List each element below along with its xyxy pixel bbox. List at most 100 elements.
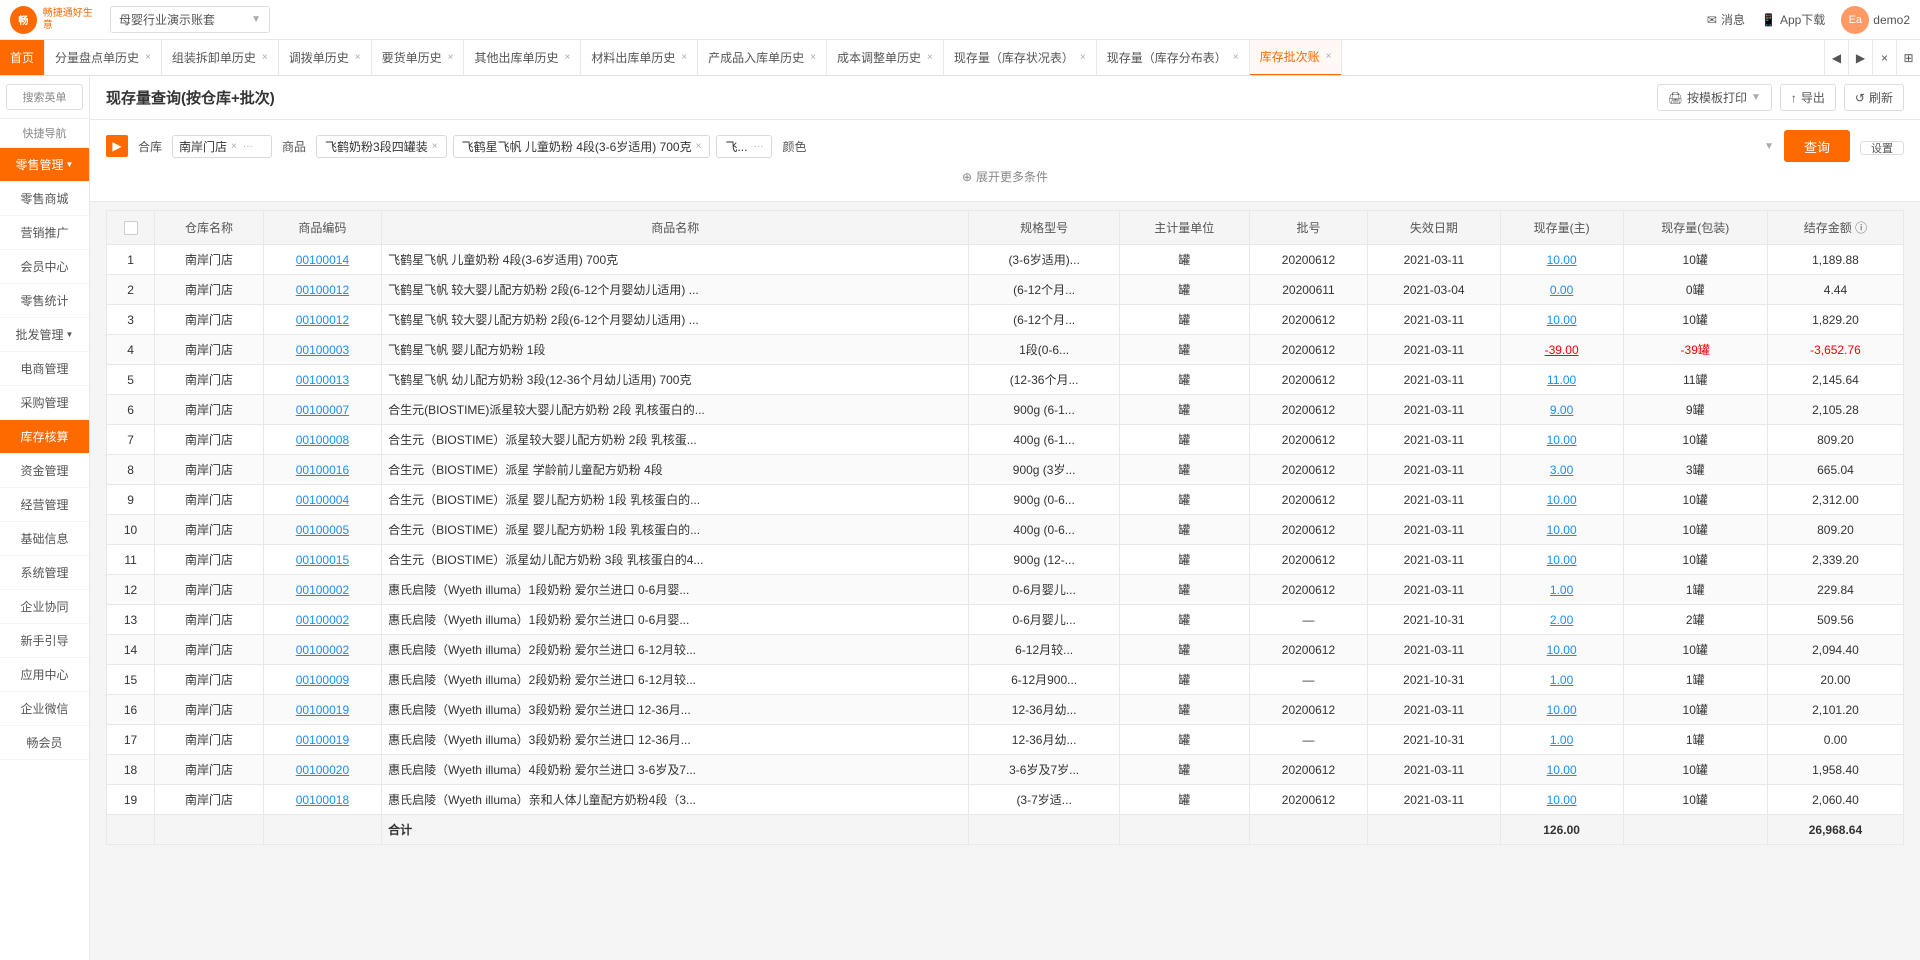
tab-qi-ta-chu[interactable]: 其他出库单历史 × <box>464 40 581 76</box>
tab-expand[interactable]: ⊞ <box>1896 40 1920 76</box>
tab-yao-huo[interactable]: 要货单历史 × <box>372 40 465 76</box>
product-tag1-close-icon[interactable]: × <box>432 141 438 152</box>
sidebar-item-wholesale[interactable]: 批发管理 ▼ <box>0 318 89 352</box>
tab-close-icon[interactable]: × <box>1080 52 1086 63</box>
qty-link[interactable]: 10.00 <box>1547 523 1577 537</box>
qty-link[interactable]: 10.00 <box>1547 433 1577 447</box>
sidebar-item-ecommerce[interactable]: 电商管理 <box>0 352 89 386</box>
sidebar-item-finance[interactable]: 资金管理 <box>0 454 89 488</box>
product-code-link[interactable]: 00100020 <box>296 763 349 777</box>
qty-link[interactable]: 1.00 <box>1550 733 1573 747</box>
tab-zu-chai[interactable]: 组装拆卸单历史 × <box>162 40 279 76</box>
product-code-link[interactable]: 00100018 <box>296 793 349 807</box>
message-btn[interactable]: ✉ 消息 <box>1707 11 1745 28</box>
qty-link[interactable]: 1.00 <box>1550 583 1573 597</box>
product-code-link[interactable]: 00100009 <box>296 673 349 687</box>
qty-link[interactable]: 3.00 <box>1550 463 1573 477</box>
color-filter-dropdown[interactable]: ▼ <box>1764 141 1774 152</box>
tab-xian-cun-ku[interactable]: 现存量（库存状况表） × <box>944 40 1097 76</box>
qty-link[interactable]: 11.00 <box>1547 373 1576 387</box>
qty-link[interactable]: 9.00 <box>1550 403 1573 417</box>
product-code-link[interactable]: 00100019 <box>296 703 349 717</box>
tab-home[interactable]: 首页 <box>0 40 45 76</box>
tab-cheng-ben[interactable]: 成本调整单历史 × <box>827 40 944 76</box>
qty-link[interactable]: 10.00 <box>1547 763 1577 777</box>
sidebar-item-app-center[interactable]: 应用中心 <box>0 658 89 692</box>
quick-nav-btn[interactable]: 快捷导航 <box>0 119 89 148</box>
search-menu-btn[interactable]: 搜索英单 <box>6 84 83 110</box>
tab-diao-bo[interactable]: 调拨单历史 × <box>279 40 372 76</box>
product-code-link[interactable]: 00100007 <box>296 403 349 417</box>
tab-close-icon[interactable]: × <box>810 52 816 63</box>
product-code-link[interactable]: 00100012 <box>296 313 349 327</box>
qty-link[interactable]: 10.00 <box>1547 313 1577 327</box>
tab-scroll-right[interactable]: ▶ <box>1848 40 1872 76</box>
product-code-link[interactable]: 00100013 <box>296 373 349 387</box>
settings-btn[interactable]: 设置 <box>1860 141 1904 155</box>
tab-close-icon[interactable]: × <box>1326 51 1332 62</box>
product-code-link[interactable]: 00100019 <box>296 733 349 747</box>
qty-link[interactable]: 10.00 <box>1547 793 1577 807</box>
qty-link[interactable]: 2.00 <box>1550 613 1573 627</box>
product-code-link[interactable]: 00100016 <box>296 463 349 477</box>
tab-ku-cun-pi[interactable]: 库存批次账 × <box>1250 40 1343 76</box>
product-code-link[interactable]: 00100015 <box>296 553 349 567</box>
select-all-checkbox[interactable] <box>124 221 138 235</box>
tab-close-icon[interactable]: × <box>564 52 570 63</box>
sidebar-item-member[interactable]: 会员中心 <box>0 250 89 284</box>
warehouse-filter[interactable]: 南岸门店 × ··· <box>172 135 272 158</box>
tab-close-icon[interactable]: × <box>145 52 151 63</box>
product-code-link[interactable]: 00100008 <box>296 433 349 447</box>
product-code-link[interactable]: 00100012 <box>296 283 349 297</box>
sidebar-item-welfare[interactable]: 畅会员 <box>0 726 89 760</box>
user-area[interactable]: Ea demo2 <box>1841 6 1910 34</box>
tab-xian-cun-fen[interactable]: 现存量（库存分布表） × <box>1097 40 1250 76</box>
tab-close-all[interactable]: × <box>1872 40 1896 76</box>
qty-link[interactable]: 10.00 <box>1547 703 1577 717</box>
qty-link[interactable]: 1.00 <box>1550 673 1573 687</box>
sidebar-item-operation[interactable]: 经营管理 <box>0 488 89 522</box>
app-download-btn[interactable]: 📱 App下载 <box>1761 11 1825 28</box>
tab-close-icon[interactable]: × <box>927 52 933 63</box>
sidebar-item-system[interactable]: 系统管理 <box>0 556 89 590</box>
qty-link[interactable]: 0.00 <box>1550 283 1573 297</box>
qty-link[interactable]: 10.00 <box>1547 553 1577 567</box>
tab-close-icon[interactable]: × <box>355 52 361 63</box>
product-tag-more[interactable]: 飞... ··· <box>716 135 772 158</box>
qty-link[interactable]: 10.00 <box>1547 493 1577 507</box>
print-btn[interactable]: 🖨 按模板打印 ▼ <box>1657 84 1772 111</box>
product-code-link[interactable]: 00100002 <box>296 613 349 627</box>
product-tag-1[interactable]: 飞鹤奶粉3段四罐装 × <box>316 135 447 158</box>
tab-close-icon[interactable]: × <box>262 52 268 63</box>
warehouse-tag-close-icon[interactable]: × <box>231 141 237 152</box>
tab-scroll-left[interactable]: ◀ <box>1824 40 1848 76</box>
product-code-link[interactable]: 00100004 <box>296 493 349 507</box>
tab-close-icon[interactable]: × <box>1233 52 1239 63</box>
qty-link[interactable]: -39.00 <box>1545 343 1579 357</box>
sidebar-item-inventory[interactable]: 库存核算 <box>0 420 89 454</box>
product-tag-2[interactable]: 飞鹤星飞帆 儿童奶粉 4段(3-6岁适用) 700克 × <box>453 135 711 158</box>
industry-selector[interactable]: 母婴行业演示账套 ▼ <box>110 6 270 33</box>
qty-link[interactable]: 10.00 <box>1547 643 1577 657</box>
query-btn[interactable]: 查询 <box>1784 130 1850 162</box>
sidebar-item-enterprise[interactable]: 企业协同 <box>0 590 89 624</box>
product-code-link[interactable]: 00100003 <box>296 343 349 357</box>
filter-expand-btn[interactable]: ▶ <box>106 135 128 157</box>
sidebar-item-purchase[interactable]: 采购管理 <box>0 386 89 420</box>
tab-fen-pan[interactable]: 分量盘点单历史 × <box>45 40 162 76</box>
tab-chan-pin-ru[interactable]: 产成品入库单历史 × <box>698 40 827 76</box>
sidebar-item-retail-stat[interactable]: 零售统计 <box>0 284 89 318</box>
product-tag2-close-icon[interactable]: × <box>696 141 702 152</box>
qty-link[interactable]: 10.00 <box>1547 253 1577 267</box>
sidebar-item-retail-store[interactable]: 零售商城 <box>0 182 89 216</box>
export-btn[interactable]: ↑ 导出 <box>1780 84 1836 111</box>
sidebar-item-marketing[interactable]: 营销推广 <box>0 216 89 250</box>
product-code-link[interactable]: 00100002 <box>296 643 349 657</box>
sidebar-item-guide[interactable]: 新手引导 <box>0 624 89 658</box>
refresh-btn[interactable]: ↺ 刷新 <box>1844 84 1904 111</box>
tab-close-icon[interactable]: × <box>681 52 687 63</box>
product-code-link[interactable]: 00100002 <box>296 583 349 597</box>
product-code-link[interactable]: 00100005 <box>296 523 349 537</box>
sidebar-item-basic[interactable]: 基础信息 <box>0 522 89 556</box>
product-code-link[interactable]: 00100014 <box>296 253 349 267</box>
